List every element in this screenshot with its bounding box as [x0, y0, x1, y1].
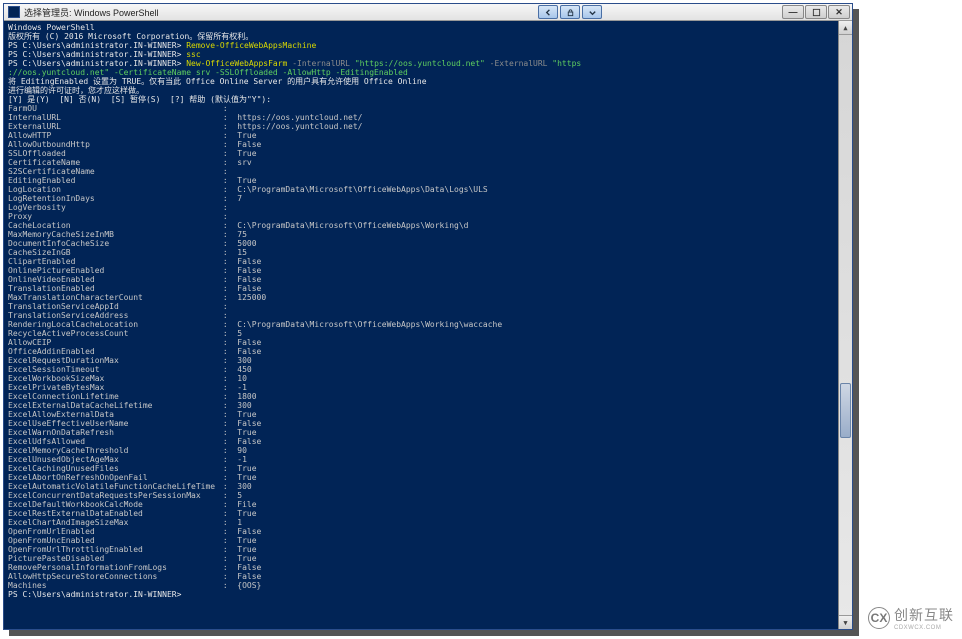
output-row: MaxTranslationCharacterCount : 125000 — [8, 293, 848, 302]
output-row: OnlinePictureEnabled : False — [8, 266, 848, 275]
window-title: 选择管理员: Windows PowerShell — [24, 6, 538, 19]
powershell-window: 选择管理员: Windows PowerShell — ✕ Windows Po… — [3, 3, 853, 630]
output-row: ExcelMemoryCacheThreshold : 90 — [8, 446, 848, 455]
output-row: TranslationServiceAddress : — [8, 311, 848, 320]
output-row: ExcelChartAndImageSizeMax : 1 — [8, 518, 848, 527]
output-row: ExcelCachingUnusedFiles : True — [8, 464, 848, 473]
output-row: LogVerbosity : — [8, 203, 848, 212]
scroll-up-button[interactable]: ▲ — [839, 21, 852, 35]
lock-button[interactable] — [560, 5, 580, 19]
output-row: ExcelConcurrentDataRequestsPerSessionMax… — [8, 491, 848, 500]
output-row: ExcelRestExternalDataEnabled : True — [8, 509, 848, 518]
output-row: AllowCEIP : False — [8, 338, 848, 347]
watermark-text-block: 创新互联 CDXWCX.COM — [894, 605, 954, 631]
output-row: RecycleActiveProcessCount : 5 — [8, 329, 848, 338]
terminal-content[interactable]: Windows PowerShell版权所有 (C) 2016 Microsof… — [4, 21, 852, 629]
output-row: RenderingLocalCacheLocation : C:\Program… — [8, 320, 848, 329]
output-row: ExcelAbortOnRefreshOnOpenFail : True — [8, 473, 848, 482]
output-row: OpenFromUrlThrottlingEnabled : True — [8, 545, 848, 554]
output-row: OfficeAddinEnabled : False — [8, 347, 848, 356]
output-row: AllowHTTP : True — [8, 131, 848, 140]
output-row: OnlineVideoEnabled : False — [8, 275, 848, 284]
output-row: LogLocation : C:\ProgramData\Microsoft\O… — [8, 185, 848, 194]
output-row: ExternalURL : https://oos.yuntcloud.net/ — [8, 122, 848, 131]
maximize-button[interactable] — [805, 5, 827, 19]
output-row: OpenFromUrlEnabled : False — [8, 527, 848, 536]
output-row: ExcelUseEffectiveUserName : False — [8, 419, 848, 428]
output-row: ExcelWorkbookSizeMax : 10 — [8, 374, 848, 383]
output-row: EditingEnabled : True — [8, 176, 848, 185]
output-row: CacheSizeInGB : 15 — [8, 248, 848, 257]
output-row: AllowOutboundHttp : False — [8, 140, 848, 149]
output-row: ExcelAutomaticVolatileFunctionCacheLifeT… — [8, 482, 848, 491]
nav-back-button[interactable] — [538, 5, 558, 19]
dropdown-button[interactable] — [582, 5, 602, 19]
output-row: ExcelUnusedObjectAgeMax : -1 — [8, 455, 848, 464]
watermark-sub: CDXWCX.COM — [894, 625, 954, 631]
output-row: PicturePasteDisabled : True — [8, 554, 848, 563]
output-row: MaxMemoryCacheSizeInMB : 75 — [8, 230, 848, 239]
output-row: LogRetentionInDays : 7 — [8, 194, 848, 203]
watermark: CX 创新互联 CDXWCX.COM — [868, 605, 954, 631]
output-row: DocumentInfoCacheSize : 5000 — [8, 239, 848, 248]
output-row: TranslationEnabled : False — [8, 284, 848, 293]
output-row: CacheLocation : C:\ProgramData\Microsoft… — [8, 221, 848, 230]
output-row: ExcelSessionTimeout : 450 — [8, 365, 848, 374]
output-row: CertificateName : srv — [8, 158, 848, 167]
output-row: Machines : {OOS} — [8, 581, 848, 590]
output-row: ExcelConnectionLifetime : 1800 — [8, 392, 848, 401]
output-row: Proxy : — [8, 212, 848, 221]
output-row: SSLOffloaded : True — [8, 149, 848, 158]
window-controls: — ✕ — [782, 5, 850, 19]
vertical-scrollbar[interactable]: ▲ ▼ — [838, 21, 852, 629]
output-row: ExcelPrivateBytesMax : -1 — [8, 383, 848, 392]
close-button[interactable]: ✕ — [828, 5, 850, 19]
output-row: InternalURL : https://oos.yuntcloud.net/ — [8, 113, 848, 122]
scroll-thumb[interactable] — [840, 383, 851, 438]
output-row: ExcelWarnOnDataRefresh : True — [8, 428, 848, 437]
output-row: ExcelDefaultWorkbookCalcMode : File — [8, 500, 848, 509]
titlebar[interactable]: 选择管理员: Windows PowerShell — ✕ — [4, 4, 852, 21]
output-row: ExcelAllowExternalData : True — [8, 410, 848, 419]
output-row: FarmOU : — [8, 104, 848, 113]
output-row: OpenFromUncEnabled : True — [8, 536, 848, 545]
watermark-text: 创新互联 — [894, 607, 954, 623]
output-row: S2SCertificateName : — [8, 167, 848, 176]
minimize-button[interactable]: — — [782, 5, 804, 19]
scroll-track[interactable] — [839, 35, 852, 615]
watermark-logo: CX — [868, 607, 890, 629]
output-row: ExcelRequestDurationMax : 300 — [8, 356, 848, 365]
output-row: RemovePersonalInformationFromLogs : Fals… — [8, 563, 848, 572]
output-row: ExcelExternalDataCacheLifetime : 300 — [8, 401, 848, 410]
titlebar-middle-buttons — [538, 5, 602, 19]
output-row: ClipartEnabled : False — [8, 257, 848, 266]
output-row: TranslationServiceAppId : — [8, 302, 848, 311]
output-row: ExcelUdfsAllowed : False — [8, 437, 848, 446]
output-row: AllowHttpSecureStoreConnections : False — [8, 572, 848, 581]
powershell-icon — [8, 6, 20, 18]
scroll-down-button[interactable]: ▼ — [839, 615, 852, 629]
